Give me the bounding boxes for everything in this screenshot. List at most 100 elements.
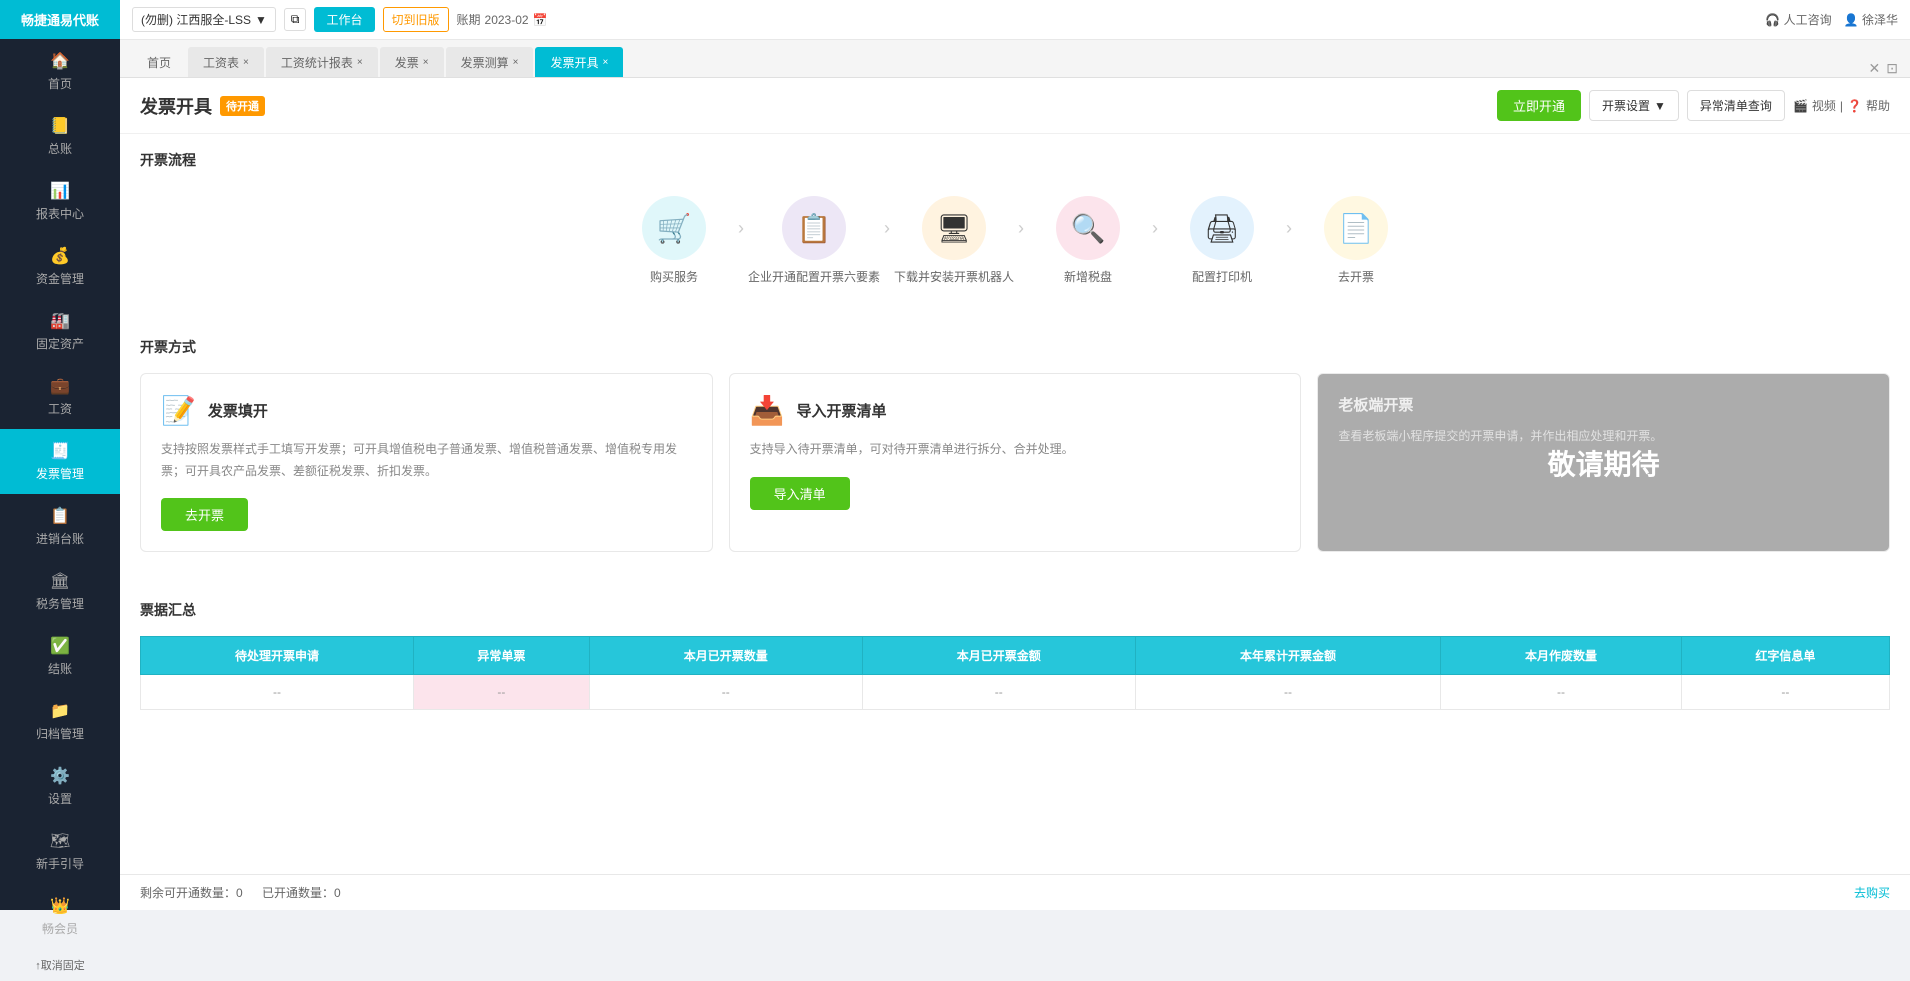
topbar-left: (勿删) 江西服全-LSS ▼ ⧉ 工作台 切到旧版 账期 2023-02 📅: [132, 7, 548, 32]
step-buy-icon: 🛒: [642, 196, 706, 260]
methods-grid: 📝 发票填开 支持按照发票样式手工填写开发票；可开具增值税电子普通发票、增值税普…: [140, 373, 1890, 552]
buy-link[interactable]: 去购买: [1854, 884, 1890, 901]
sidebar-item-guide[interactable]: 🗺 新手引导: [0, 819, 120, 884]
service-button[interactable]: 🎧 人工咨询: [1765, 11, 1831, 28]
process-steps: 🛒 购买服务 › 📋 企业开通配置开票六要素 › 🖥 下载并安装开票机器人 › …: [140, 186, 1890, 305]
sidebar-item-invoice[interactable]: 🧾 发票管理: [0, 429, 120, 494]
calendar-icon[interactable]: 📅: [533, 13, 548, 27]
step-invoice-go-label: 去开票: [1338, 268, 1374, 285]
tab-home[interactable]: 首页: [132, 47, 186, 77]
view-link[interactable]: 视频: [1812, 97, 1836, 114]
summary-data-row: -- -- -- -- -- -- --: [141, 675, 1890, 710]
step-config-icon: 📋: [782, 196, 846, 260]
invoice-icon: 🧾: [50, 441, 70, 461]
tab-bar: 首页 工资表 × 工资统计报表 × 发票 × 发票测算 × 发票开具 × ✕ ⊡: [120, 40, 1910, 78]
col-red-info: 红字信息单: [1681, 637, 1889, 675]
sidebar-item-settle[interactable]: ✅ 结账: [0, 624, 120, 689]
go-invoice-button[interactable]: 去开票: [161, 498, 248, 531]
sidebar-item-purchase[interactable]: 📋 进销台账: [0, 494, 120, 559]
summary-table: 待处理开票申请 异常单票 本月已开票数量 本月已开票金额 本年累计开票金额 本月…: [140, 636, 1890, 710]
ledger-icon: 📒: [50, 116, 70, 136]
method-manual: 📝 发票填开 支持按照发票样式手工填写开发票；可开具增值税电子普通发票、增值税普…: [140, 373, 713, 552]
close-tab-salary-report[interactable]: ×: [357, 57, 363, 68]
copy-button[interactable]: ⧉: [284, 8, 307, 31]
cell-pending: --: [141, 675, 414, 710]
sidebar-item-tax[interactable]: 🏛 税务管理: [0, 559, 120, 624]
topbar-right: 🎧 人工咨询 👤 徐泽华: [1765, 11, 1898, 28]
workspace-button[interactable]: 工作台: [314, 7, 374, 32]
arrow-1: ›: [738, 218, 744, 239]
summary-header-row: 待处理开票申请 异常单票 本月已开票数量 本月已开票金额 本年累计开票金额 本月…: [141, 637, 1890, 675]
col-void-count: 本月作废数量: [1441, 637, 1682, 675]
sidebar-item-salary[interactable]: 💼 工资: [0, 364, 120, 429]
close-tab-salary[interactable]: ×: [243, 57, 249, 68]
import-list-button[interactable]: 导入清单: [750, 477, 850, 510]
sidebar-item-member[interactable]: 👑 畅会员: [0, 884, 120, 949]
header-actions: 立即开通 开票设置 ▼ 异常清单查询 🎬 视频 | ❓ 帮助: [1497, 90, 1890, 121]
step-taxdisk: 🔍 新增税盘: [1028, 196, 1148, 285]
help-link[interactable]: 帮助: [1866, 97, 1890, 114]
unpin-button[interactable]: ↑取消固定: [0, 949, 120, 981]
close-tab-invoice[interactable]: ×: [423, 57, 429, 68]
dropdown-icon: ▼: [255, 13, 267, 27]
step-buy: 🛒 购买服务: [614, 196, 734, 285]
switch-version-button[interactable]: 切到旧版: [383, 7, 449, 32]
settle-icon: ✅: [50, 636, 70, 656]
step-buy-label: 购买服务: [650, 268, 698, 285]
user-avatar[interactable]: 👤 徐泽华: [1844, 11, 1898, 28]
method-manual-desc: 支持按照发票样式手工填写开发票；可开具增值税电子普通发票、增值税普通发票、增值税…: [161, 439, 692, 482]
step-download-icon: 🖥: [922, 196, 986, 260]
sidebar-item-funds[interactable]: 💰 资金管理: [0, 234, 120, 299]
method-import-title: 导入开票清单: [797, 400, 887, 421]
chevron-down-icon: ▼: [1654, 99, 1666, 113]
topbar: (勿删) 江西服全-LSS ▼ ⧉ 工作台 切到旧版 账期 2023-02 📅 …: [120, 0, 1910, 40]
tax-icon: 🏛: [50, 571, 70, 591]
headset-icon: 🎧: [1765, 13, 1780, 27]
step-download: 🖥 下载并安装开票机器人: [894, 196, 1014, 285]
method-manual-title: 发票填开: [208, 400, 268, 421]
app-logo: 畅捷通易代账: [0, 0, 120, 39]
tab-invoice-calc[interactable]: 发票测算 ×: [446, 47, 534, 77]
abnormal-query-button[interactable]: 异常清单查询: [1687, 90, 1785, 121]
remaining-label: 剩余可开通数量：0: [140, 886, 243, 900]
company-name: (勿删) 江西服全-LSS: [141, 11, 251, 28]
cell-abnormal: --: [414, 675, 590, 710]
status-badge: 待开通: [220, 96, 265, 116]
sidebar-item-home[interactable]: 🏠 首页: [0, 39, 120, 104]
col-year-amount: 本年累计开票金额: [1135, 637, 1440, 675]
arrow-5: ›: [1286, 218, 1292, 239]
method-import-header: 📥 导入开票清单: [750, 394, 1281, 427]
company-selector[interactable]: (勿删) 江西服全-LSS ▼: [132, 7, 276, 32]
tab-salary-report[interactable]: 工资统计报表 ×: [266, 47, 378, 77]
step-taxdisk-icon: 🔍: [1056, 196, 1120, 260]
step-printer: 🖨 配置打印机: [1162, 196, 1282, 285]
tab-invoice[interactable]: 发票 ×: [380, 47, 444, 77]
close-tab-invoice-calc[interactable]: ×: [513, 57, 519, 68]
close-window-icon[interactable]: ✕: [1869, 60, 1881, 77]
tab-invoice-issue[interactable]: 发票开具 ×: [535, 47, 623, 77]
method-import: 📥 导入开票清单 支持导入待开票清单，可对待开票清单进行拆分、合并处理。 导入清…: [729, 373, 1302, 552]
process-title: 开票流程: [140, 150, 1890, 170]
method-boss: 老板端开票 查看老板端小程序提交的开票申请，并作出相应处理和开票。 敬请期待: [1317, 373, 1890, 552]
tab-salary[interactable]: 工资表 ×: [188, 47, 264, 77]
close-tab-invoice-issue[interactable]: ×: [602, 57, 608, 68]
sidebar: 畅捷通易代账 🏠 首页 📒 总账 📊 报表中心 💰 资金管理 🏭 固定资产 💼 …: [0, 0, 120, 910]
sidebar-item-ledger[interactable]: 📒 总账: [0, 104, 120, 169]
open-now-button[interactable]: 立即开通: [1497, 90, 1581, 121]
sidebar-item-settings[interactable]: ⚙️ 设置: [0, 754, 120, 819]
step-download-label: 下载并安装开票机器人: [894, 268, 1014, 285]
sidebar-item-archive[interactable]: 📁 归档管理: [0, 689, 120, 754]
video-icon: 🎬: [1793, 99, 1808, 113]
sidebar-item-assets[interactable]: 🏭 固定资产: [0, 299, 120, 364]
open-settings-button[interactable]: 开票设置 ▼: [1589, 90, 1679, 121]
restore-window-icon[interactable]: ⊡: [1886, 60, 1898, 77]
cell-red-info: --: [1681, 675, 1889, 710]
step-taxdisk-label: 新增税盘: [1064, 268, 1112, 285]
step-printer-label: 配置打印机: [1192, 268, 1252, 285]
purchase-icon: 📋: [50, 506, 70, 526]
step-printer-icon: 🖨: [1190, 196, 1254, 260]
sidebar-item-reports[interactable]: 📊 报表中心: [0, 169, 120, 234]
process-section: 开票流程 🛒 购买服务 › 📋 企业开通配置开票六要素 › 🖥 下载并安装开票机…: [120, 134, 1910, 321]
step-config-label: 企业开通配置开票六要素: [748, 268, 880, 285]
avatar-icon: 👤: [1844, 13, 1859, 27]
